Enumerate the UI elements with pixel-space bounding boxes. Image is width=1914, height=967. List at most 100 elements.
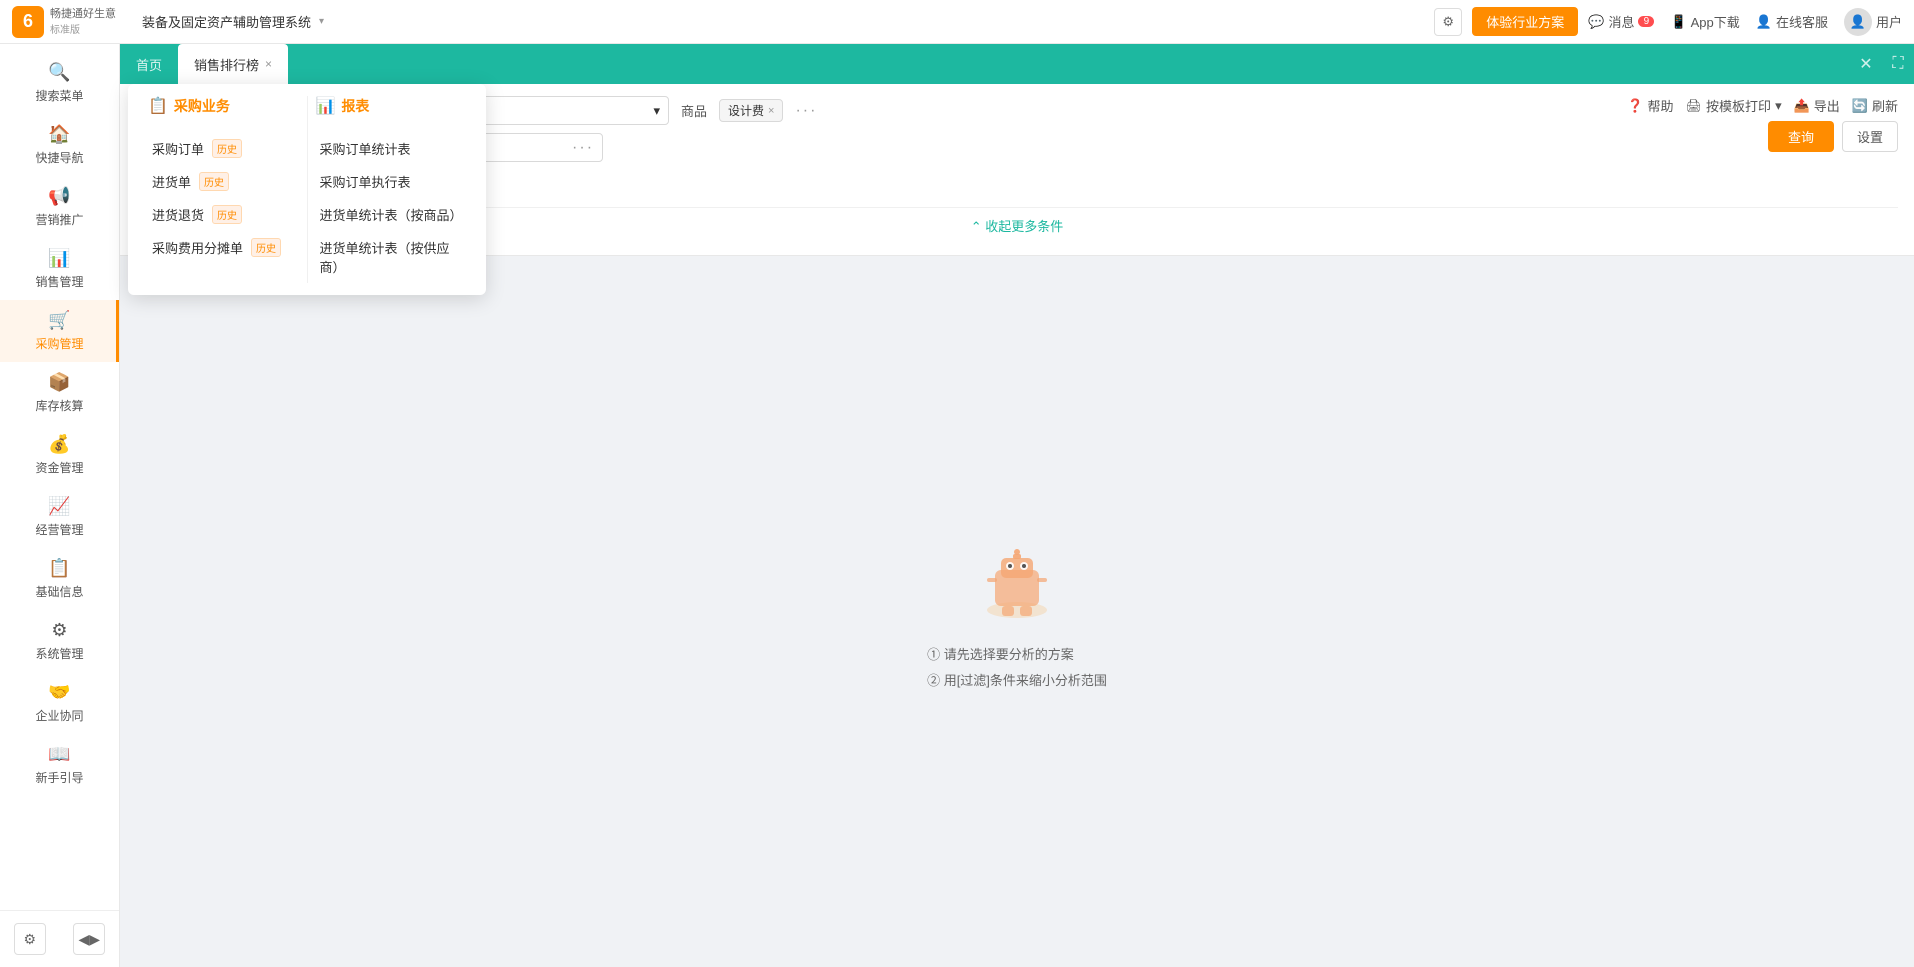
help-icon: ❓ bbox=[1627, 98, 1643, 114]
sidebar: 🔍 搜索菜单 🏠 快捷导航 📢 营销推广 📊 销售管理 🛒 采购管理 📦 库存核… bbox=[0, 44, 120, 967]
guide-icon: 📖 bbox=[48, 744, 70, 765]
sidebar-item-basic[interactable]: 📋 基础信息 bbox=[0, 548, 119, 610]
inbound-label: 进货单 bbox=[152, 172, 191, 191]
return-label: 进货退货 bbox=[152, 205, 204, 224]
message-item[interactable]: 💬 消息 9 bbox=[1588, 12, 1654, 31]
sidebar-item-guide[interactable]: 📖 新手引导 bbox=[0, 734, 119, 796]
sidebar-item-inventory[interactable]: 📦 库存核算 bbox=[0, 362, 119, 424]
refresh-label: 刷新 bbox=[1872, 96, 1898, 115]
dropdown-item-report-1[interactable]: 采购订单执行表 bbox=[316, 165, 467, 198]
sidebar-item-collab[interactable]: 🤝 企业协同 bbox=[0, 672, 119, 734]
tab-sales-ranking[interactable]: 销售排行榜 × bbox=[178, 44, 288, 84]
trial-button[interactable]: 体验行业方案 bbox=[1472, 7, 1578, 36]
goods-tag: 设计费 × bbox=[719, 99, 783, 122]
hist-badge-1: 历史 bbox=[199, 172, 229, 191]
user-item[interactable]: 👤 用户 bbox=[1844, 8, 1902, 36]
dropdown-item-cost-split[interactable]: 采购费用分摊单 历史 bbox=[148, 231, 299, 264]
empty-hint1: 请先选择要分析的方案 bbox=[944, 647, 1074, 662]
goods-tag-item: 设计费 × bbox=[719, 99, 783, 122]
sidebar-item-finance[interactable]: 💰 资金管理 bbox=[0, 424, 119, 486]
collapse-sidebar-button[interactable]: ◀▶ bbox=[73, 923, 105, 955]
sidebar-item-purchase[interactable]: 🛒 采购管理 bbox=[0, 300, 119, 362]
help-label: 帮助 bbox=[1648, 96, 1674, 115]
bill-status-placeholder bbox=[478, 101, 649, 120]
service-icon: 👤 bbox=[1756, 14, 1772, 30]
sidebar-item-marketing[interactable]: 📢 营销推广 bbox=[0, 176, 119, 238]
dropdown-item-report-0[interactable]: 采购订单统计表 bbox=[316, 132, 467, 165]
cost-split-label: 采购费用分摊单 bbox=[152, 238, 243, 257]
export-label: 导出 bbox=[1814, 96, 1840, 115]
sidebar-item-system-label: 系统管理 bbox=[35, 645, 83, 662]
hist-badge-3: 历史 bbox=[251, 238, 281, 257]
logo-badge: 标准版 bbox=[50, 21, 116, 36]
purchase-title-label: 采购业务 bbox=[174, 96, 230, 116]
empty-svg bbox=[967, 530, 1067, 630]
dropdown-report-section: 📊 报表 采购订单统计表 采购订单执行表 进货单统计表（按商品） 进货单统计表（… bbox=[307, 96, 475, 283]
sidebar-item-nav[interactable]: 🏠 快捷导航 bbox=[0, 114, 119, 176]
message-label: 消息 bbox=[1608, 12, 1634, 31]
marketing-icon: 📢 bbox=[48, 186, 70, 207]
goods-tag-close[interactable]: × bbox=[768, 105, 774, 117]
report-item-1-label: 采购订单执行表 bbox=[320, 172, 411, 191]
sidebar-item-finance-label: 资金管理 bbox=[35, 459, 83, 476]
sidebar-item-search[interactable]: 🔍 搜索菜单 bbox=[0, 52, 119, 114]
sidebar-item-system[interactable]: ⚙ 系统管理 bbox=[0, 610, 119, 672]
app-download-label: App下载 bbox=[1691, 12, 1740, 31]
dropdown-item-inbound[interactable]: 进货单 历史 bbox=[148, 165, 299, 198]
logo-area: 6 畅捷通好生意 标准版 bbox=[12, 6, 132, 38]
tab-close-icon[interactable]: × bbox=[265, 57, 272, 71]
online-service-item[interactable]: 👤 在线客服 bbox=[1756, 12, 1828, 31]
logo-icon: 6 bbox=[12, 6, 44, 38]
hist-badge-0: 历史 bbox=[212, 139, 242, 158]
toolbar-right: ❓ 帮助 🖨 按模板打印 ▾ 📤 导出 bbox=[1627, 96, 1898, 152]
basic-icon: 📋 bbox=[48, 558, 70, 579]
report-item-0-label: 采购订单统计表 bbox=[320, 139, 411, 158]
settings-button[interactable]: ⚙ bbox=[14, 923, 46, 955]
query-button[interactable]: 查询 bbox=[1768, 121, 1834, 152]
dropdown-purchase-section: 📋 采购业务 采购订单 历史 进货单 历史 进货退货 历史 采购费用分摊单 历史 bbox=[140, 96, 307, 283]
dropdown-item-return[interactable]: 进货退货 历史 bbox=[148, 198, 299, 231]
tab-home[interactable]: 首页 bbox=[120, 44, 178, 84]
sidebar-item-marketing-label: 营销推广 bbox=[35, 211, 83, 228]
refresh-icon: 🔄 bbox=[1852, 98, 1868, 114]
sidebar-item-management[interactable]: 📈 经营管理 bbox=[0, 486, 119, 548]
top-right: 💬 消息 9 📱 App下载 👤 在线客服 👤 用户 bbox=[1588, 8, 1902, 36]
report-item-3-label: 进货单统计表（按供应商） bbox=[320, 238, 463, 276]
report-title-label: 报表 bbox=[341, 96, 369, 116]
finance-icon: 💰 bbox=[48, 434, 70, 455]
logo-text: 畅捷通好生意 bbox=[50, 7, 116, 21]
gear-button[interactable]: ⚙ bbox=[1434, 8, 1462, 36]
user-label: 用户 bbox=[1876, 12, 1902, 31]
dropdown-item-purchase-order[interactable]: 采购订单 历史 bbox=[148, 132, 299, 165]
settings-button2[interactable]: 设置 bbox=[1842, 121, 1898, 152]
chevron-up-icon: ⌃ bbox=[971, 219, 982, 234]
salesperson-dots[interactable]: ··· bbox=[572, 139, 594, 157]
sidebar-item-search-label: 搜索菜单 bbox=[35, 87, 83, 104]
print-arrow: ▾ bbox=[1775, 98, 1782, 114]
dropdown-item-report-2[interactable]: 进货单统计表（按商品） bbox=[316, 198, 467, 231]
tab-home-label: 首页 bbox=[136, 55, 162, 74]
app-download-item[interactable]: 📱 App下载 bbox=[1670, 12, 1739, 31]
tab-close-window-button[interactable]: ✕ bbox=[1850, 48, 1882, 80]
goods-more-btn[interactable]: ··· bbox=[795, 102, 817, 120]
system-title-text[interactable]: 装备及固定资产辅助管理系统 bbox=[142, 12, 311, 31]
sidebar-item-sales[interactable]: 📊 销售管理 bbox=[0, 238, 119, 300]
title-arrow-icon[interactable]: ▾ bbox=[319, 16, 324, 27]
sidebar-item-guide-label: 新手引导 bbox=[35, 769, 83, 786]
system-icon: ⚙ bbox=[51, 620, 67, 641]
sidebar-item-nav-label: 快捷导航 bbox=[35, 149, 83, 166]
export-button[interactable]: 📤 导出 bbox=[1794, 96, 1840, 115]
help-button[interactable]: ❓ 帮助 bbox=[1627, 96, 1673, 115]
goods-tag-text: 设计费 bbox=[728, 102, 764, 119]
print-button[interactable]: 🖨 按模板打印 ▾ bbox=[1686, 96, 1782, 115]
print-icon: 🖨 bbox=[1686, 98, 1703, 114]
dropdown-item-report-3[interactable]: 进货单统计表（按供应商） bbox=[316, 231, 467, 283]
tab-maximize-button[interactable]: ⛶ bbox=[1882, 48, 1914, 80]
sidebar-item-inventory-label: 库存核算 bbox=[35, 397, 83, 414]
bill-status-select[interactable]: ▾ bbox=[469, 96, 669, 125]
refresh-button[interactable]: 🔄 刷新 bbox=[1852, 96, 1898, 115]
sales-icon: 📊 bbox=[48, 248, 70, 269]
sidebar-item-collab-label: 企业协同 bbox=[35, 707, 83, 724]
sidebar-item-basic-label: 基础信息 bbox=[35, 583, 83, 600]
empty-state: ① 请先选择要分析的方案 ② 用[过滤]条件来缩小分析范围 bbox=[120, 256, 1914, 967]
